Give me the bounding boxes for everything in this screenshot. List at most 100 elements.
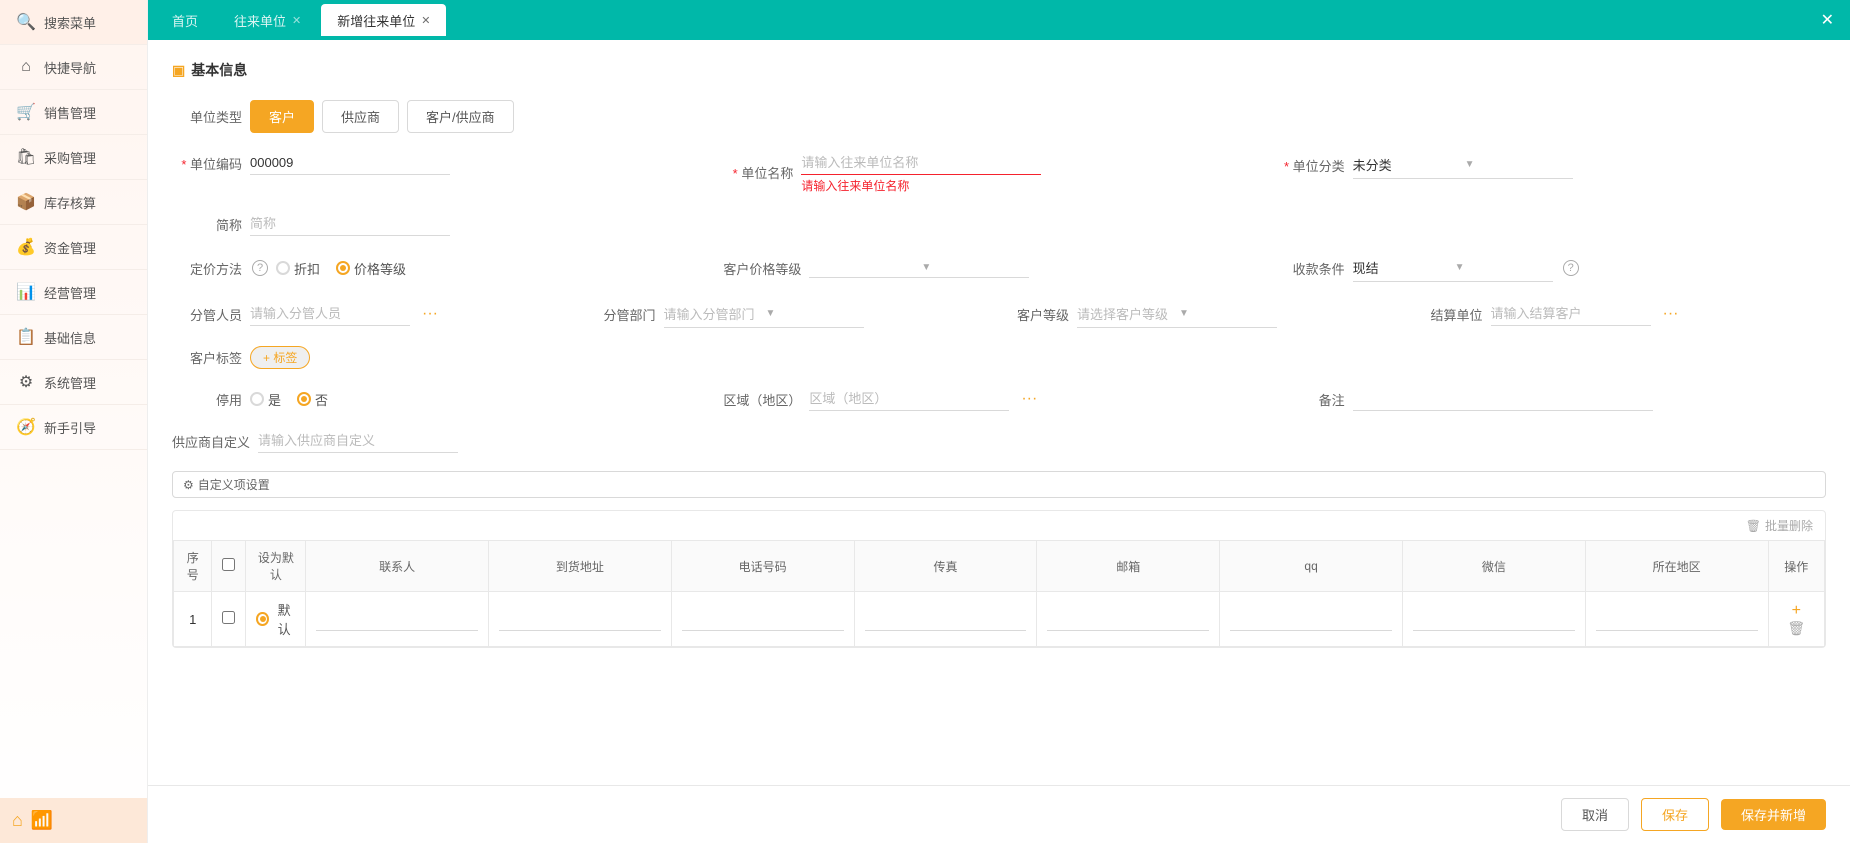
- unit-type-row: 单位类型 客户 供应商 客户/供应商: [172, 100, 1826, 133]
- close-all-button[interactable]: ✕: [1813, 6, 1842, 34]
- department-label: 分管部门: [586, 305, 656, 324]
- sidebar-item-basic[interactable]: 📋 基础信息: [0, 315, 147, 360]
- unit-type-field: 单位类型 客户 供应商 客户/供应商: [172, 100, 1826, 133]
- save-button[interactable]: 保存: [1641, 798, 1709, 831]
- row-select-checkbox[interactable]: [222, 611, 235, 624]
- row-default-radio[interactable]: 默认: [256, 600, 295, 638]
- sidebar-item-search[interactable]: 🔍 搜索菜单: [0, 0, 147, 45]
- batch-delete-button[interactable]: 🗑 批量删除: [1746, 517, 1813, 534]
- abbreviation-field: 简称: [172, 212, 1826, 236]
- customer-level-select[interactable]: 请选择客户等级 ▼: [1077, 300, 1277, 328]
- col-phone: 电话号码: [671, 541, 854, 592]
- customer-level-field: 客户等级 请选择客户等级 ▼: [999, 300, 1413, 328]
- sidebar-item-label: 搜索菜单: [44, 13, 96, 32]
- guide-icon: 🧭: [16, 417, 36, 437]
- remark-input[interactable]: [1353, 387, 1653, 411]
- sidebar-item-label: 经营管理: [44, 283, 96, 302]
- main-area: 首页 往来单位 ✕ 新增往来单位 ✕ ✕ ▣ 基本信息 单位类型 客户 供应商 …: [148, 0, 1850, 843]
- sidebar-item-inventory[interactable]: 📦 库存核算: [0, 180, 147, 225]
- tab-new-contact[interactable]: 新增往来单位 ✕: [321, 4, 446, 36]
- select-all-checkbox[interactable]: [222, 558, 235, 571]
- region-more-btn[interactable]: ···: [1017, 390, 1041, 408]
- row-contact-input[interactable]: [316, 607, 478, 631]
- cancel-button[interactable]: 取消: [1561, 798, 1629, 831]
- row-address-input[interactable]: [499, 607, 661, 631]
- disabled-field: 停用 是 否: [172, 390, 723, 409]
- radio-circle-no: [297, 392, 311, 406]
- col-email: 邮箱: [1037, 541, 1220, 592]
- row-add-button[interactable]: +: [1788, 602, 1805, 619]
- btn-customer-supplier[interactable]: 客户/供应商: [407, 100, 514, 133]
- row-phone-input[interactable]: [682, 607, 844, 631]
- radio-disabled-no[interactable]: 否: [297, 390, 328, 409]
- row-delete-button[interactable]: 🗑: [1783, 620, 1809, 636]
- manager-input[interactable]: [250, 302, 410, 326]
- supplier-custom-input[interactable]: [258, 429, 458, 453]
- help-icon-payment[interactable]: ?: [1563, 260, 1579, 276]
- sidebar-item-guide[interactable]: 🧭 新手引导: [0, 405, 147, 450]
- add-tag-button[interactable]: + 标签: [250, 346, 310, 369]
- row-actions: + 🗑: [1768, 592, 1824, 647]
- row-email-input[interactable]: [1047, 607, 1209, 631]
- pricing-row: 定价方法 ? 折扣 价格等级 客户价格等级 ▼: [172, 254, 1826, 282]
- sidebar-item-label: 库存核算: [44, 193, 96, 212]
- customer-price-level-select[interactable]: ▼: [809, 258, 1029, 278]
- payment-terms-select[interactable]: 现结 ▼: [1353, 254, 1553, 282]
- unit-type-label: 单位类型: [172, 107, 242, 126]
- col-checkbox: [212, 541, 246, 592]
- contact-table-container: 🗑 批量删除 序号 设为默认 联系人 到货地址 电话号码 传真: [172, 510, 1826, 648]
- help-icon-pricing[interactable]: ?: [252, 260, 268, 276]
- btn-supplier[interactable]: 供应商: [322, 100, 399, 133]
- department-select[interactable]: 请输入分管部门 ▼: [664, 300, 864, 328]
- radio-price-level[interactable]: 价格等级: [336, 259, 406, 278]
- save-new-button[interactable]: 保存并新增: [1721, 799, 1826, 830]
- tab-home[interactable]: 首页: [156, 4, 214, 36]
- sidebar-item-purchase[interactable]: 🛍 采购管理: [0, 135, 147, 180]
- sidebar-item-quicknav[interactable]: ⌂ 快捷导航: [0, 45, 147, 90]
- row-email: [1037, 592, 1220, 647]
- sidebar-item-system[interactable]: ⚙ 系统管理: [0, 360, 147, 405]
- col-address: 到货地址: [488, 541, 671, 592]
- payment-terms-label: 收款条件: [1275, 259, 1345, 278]
- sidebar-item-sales[interactable]: 🛒 销售管理: [0, 90, 147, 135]
- unit-code-field: 单位编码: [172, 151, 723, 175]
- sales-icon: 🛒: [16, 102, 36, 122]
- purchase-icon: 🛍: [16, 147, 36, 167]
- btn-customer[interactable]: 客户: [250, 100, 314, 133]
- chevron-down-icon3: ▼: [1455, 262, 1553, 273]
- sidebar-item-operations[interactable]: 📊 经营管理: [0, 270, 147, 315]
- row-region-input[interactable]: [1596, 607, 1758, 631]
- row-qq-input[interactable]: [1230, 607, 1392, 631]
- row-region: [1585, 592, 1768, 647]
- radio-discount[interactable]: 折扣: [276, 259, 320, 278]
- unit-type-btn-group: 客户 供应商 客户/供应商: [250, 100, 514, 133]
- tab-close-new-contact[interactable]: ✕: [421, 14, 430, 27]
- remark-field: 备注: [1275, 387, 1826, 411]
- unit-name-input[interactable]: [801, 151, 1041, 175]
- delete-icon: 🗑: [1746, 519, 1761, 533]
- unit-category-select[interactable]: 未分类 ▼: [1353, 151, 1573, 179]
- tab-contacts[interactable]: 往来单位 ✕: [218, 4, 317, 36]
- abbreviation-input[interactable]: [250, 212, 450, 236]
- custom-settings-button[interactable]: ⚙ 自定义项设置: [172, 471, 1826, 498]
- gear-icon: ⚙: [183, 478, 194, 492]
- col-fax: 传真: [854, 541, 1037, 592]
- tab-close-contacts[interactable]: ✕: [292, 14, 301, 27]
- chevron-down-icon5: ▼: [1179, 308, 1277, 319]
- unit-code-input[interactable]: [250, 151, 450, 175]
- manager-more-btn[interactable]: ···: [418, 305, 442, 323]
- radio-disabled-yes[interactable]: 是: [250, 390, 281, 409]
- col-wechat: 微信: [1402, 541, 1585, 592]
- region-input[interactable]: [809, 387, 1009, 411]
- settlement-unit-input[interactable]: [1491, 302, 1651, 326]
- row-fax-input[interactable]: [865, 607, 1027, 631]
- sidebar-item-finance[interactable]: 💰 资金管理: [0, 225, 147, 270]
- pricing-radio-group: 折扣 价格等级: [276, 259, 406, 278]
- col-region: 所在地区: [1585, 541, 1768, 592]
- settlement-more-btn[interactable]: ···: [1659, 305, 1683, 323]
- row-address: [488, 592, 671, 647]
- row-wechat-input[interactable]: [1413, 607, 1575, 631]
- table-header: 🗑 批量删除: [173, 511, 1825, 540]
- sidebar-item-label: 销售管理: [44, 103, 96, 122]
- customer-level-label: 客户等级: [999, 305, 1069, 324]
